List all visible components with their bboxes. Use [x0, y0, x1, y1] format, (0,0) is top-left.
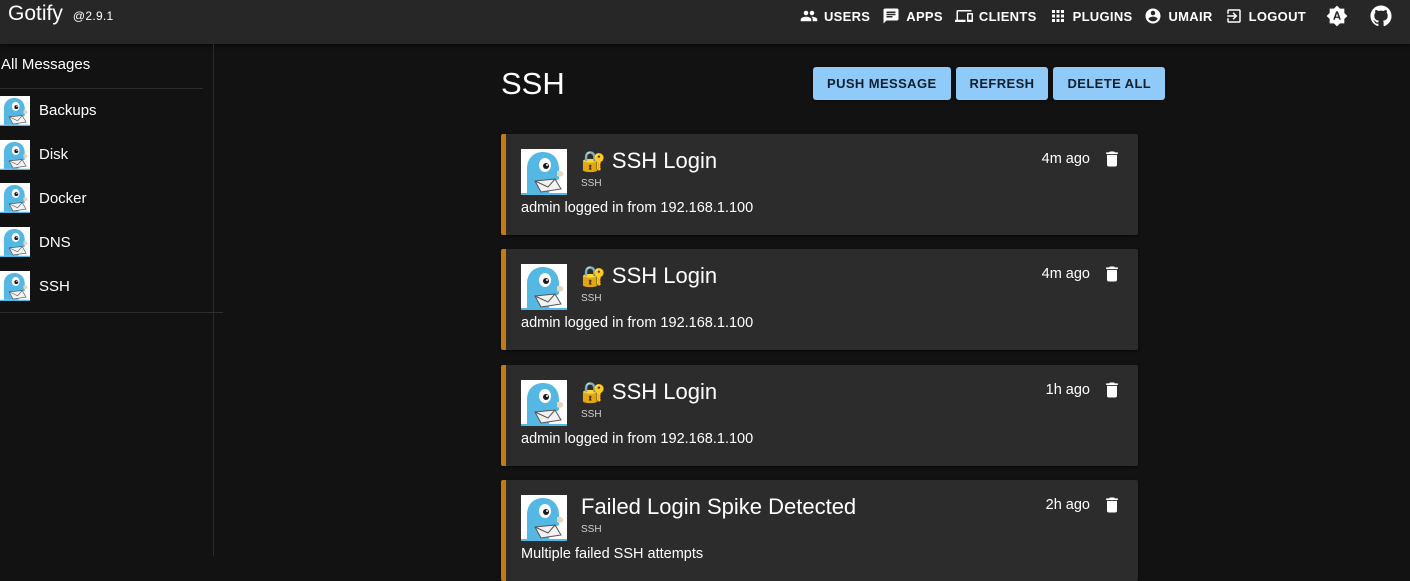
- nav-clients[interactable]: CLIENTS: [954, 7, 1037, 25]
- github-icon: [1370, 5, 1392, 27]
- sidebar-item-dns[interactable]: DNS: [0, 220, 223, 264]
- delete-message-button[interactable]: [1102, 148, 1122, 170]
- sidebar-item-docker[interactable]: Docker: [0, 177, 223, 221]
- gopher-icon: [0, 140, 30, 170]
- nav-clients-label: CLIENTS: [978, 8, 1037, 24]
- nav-plugins-label: PLUGINS: [1072, 8, 1133, 24]
- nav-user-account[interactable]: UMAIR: [1144, 7, 1212, 25]
- message-title: 🔐 SSH Login: [581, 263, 717, 289]
- sidebar-item-all-messages[interactable]: All Messages: [0, 44, 203, 89]
- message-app: SSH: [581, 178, 602, 189]
- delete-all-button[interactable]: DELETE ALL: [1053, 67, 1166, 100]
- message-title-text: SSH Login: [611, 263, 718, 288]
- apps-grid-icon: [1051, 10, 1064, 22]
- message-title: 🔐 SSH Login: [581, 379, 717, 405]
- message-title: Failed Login Spike Detected: [581, 494, 856, 520]
- lock-icon: 🔐: [581, 151, 606, 173]
- message-time: 1h ago: [1045, 382, 1090, 398]
- sidebar-item-label: Backups: [39, 102, 97, 120]
- sidebar-item-backups[interactable]: Backups: [0, 89, 223, 133]
- trash-icon: [1106, 266, 1118, 282]
- gopher-icon: [521, 380, 567, 426]
- users-icon: [800, 10, 818, 22]
- gopher-icon: [0, 227, 30, 257]
- message-time: 2h ago: [1045, 497, 1090, 513]
- push-message-button[interactable]: PUSH MESSAGE: [813, 67, 951, 100]
- sidebar-item-label: DNS: [39, 233, 71, 251]
- account-circle-icon: [1145, 8, 1161, 24]
- message-app: SSH: [581, 293, 602, 304]
- message-title-text: SSH Login: [611, 148, 718, 173]
- message-time: 4m ago: [1041, 151, 1090, 167]
- message-title: 🔐 SSH Login: [581, 148, 717, 174]
- nav-users[interactable]: USERS: [800, 7, 870, 25]
- delete-message-button[interactable]: [1102, 379, 1122, 401]
- message-card: 🔐 SSH Login SSH admin logged in from 192.…: [501, 134, 1138, 235]
- lock-icon: 🔐: [581, 382, 606, 404]
- message-body: admin logged in from 192.168.1.100: [521, 200, 754, 216]
- github-link[interactable]: [1370, 5, 1392, 27]
- page-title: SSH: [501, 66, 565, 101]
- nav-logout-label: LOGOUT: [1248, 8, 1306, 24]
- message-card: Failed Login Spike Detected SSH Multiple…: [501, 480, 1138, 581]
- refresh-button[interactable]: REFRESH: [955, 67, 1049, 100]
- exit-icon: [1226, 9, 1241, 23]
- trash-icon: [1106, 151, 1118, 167]
- message-body: admin logged in from 192.168.1.100: [521, 431, 754, 447]
- nav-apps-label: APPS: [906, 8, 943, 24]
- trash-icon: [1106, 497, 1118, 513]
- nav-apps[interactable]: APPS: [882, 7, 943, 25]
- sidebar-item-disk[interactable]: Disk: [0, 133, 223, 177]
- app-bar: Gotify @2.9.1 USERS APPS CLIENTS PLUGINS…: [0, 0, 1410, 44]
- message-title-text: SSH Login: [611, 379, 718, 404]
- sidebar-item-label: Docker: [39, 189, 87, 207]
- gopher-icon: [521, 149, 567, 195]
- brightness-auto-icon: [1326, 5, 1348, 27]
- trash-icon: [1106, 382, 1118, 398]
- gopher-icon: [521, 495, 567, 541]
- app-list: Backups Disk Docker DNS SSH: [0, 89, 223, 313]
- message-title-text: Failed Login Spike Detected: [581, 494, 857, 519]
- action-bar: PUSH MESSAGE REFRESH DELETE ALL: [813, 67, 1170, 100]
- sidebar: All Messages Backups Disk Docker DNS SSH: [0, 44, 223, 556]
- gopher-icon: [521, 264, 567, 310]
- gopher-icon: [0, 183, 30, 213]
- nav-logout[interactable]: LOGOUT: [1225, 7, 1306, 25]
- message-card: 🔐 SSH Login SSH admin logged in from 192.…: [501, 249, 1138, 350]
- message-time: 4m ago: [1041, 266, 1090, 282]
- nav-plugins[interactable]: PLUGINS: [1049, 7, 1133, 25]
- gopher-icon: [0, 96, 30, 126]
- message-icon: [883, 8, 899, 24]
- delete-message-button[interactable]: [1102, 494, 1122, 516]
- theme-toggle-button[interactable]: [1326, 5, 1348, 27]
- gopher-icon: [0, 271, 30, 301]
- brand: Gotify @2.9.1: [8, 2, 114, 26]
- message-body: Multiple failed SSH attempts: [521, 546, 704, 562]
- message-app: SSH: [581, 409, 602, 420]
- lock-icon: 🔐: [581, 266, 606, 288]
- nav-users-label: USERS: [823, 8, 871, 24]
- nav-user-label: UMAIR: [1168, 8, 1213, 24]
- sidebar-item-label: Disk: [39, 146, 69, 164]
- delete-message-button[interactable]: [1102, 263, 1122, 285]
- app-title[interactable]: Gotify: [8, 2, 63, 26]
- devices-icon: [954, 10, 973, 22]
- sidebar-item-label: SSH: [39, 277, 70, 295]
- sidebar-item-ssh[interactable]: SSH: [0, 264, 223, 308]
- top-nav: USERS APPS CLIENTS PLUGINS UMAIR LOGOUT: [800, 0, 1410, 32]
- message-app: SSH: [581, 524, 602, 535]
- message-body: admin logged in from 192.168.1.100: [521, 315, 754, 331]
- app-version: @2.9.1: [72, 9, 114, 23]
- message-card: 🔐 SSH Login SSH admin logged in from 192.…: [501, 365, 1138, 466]
